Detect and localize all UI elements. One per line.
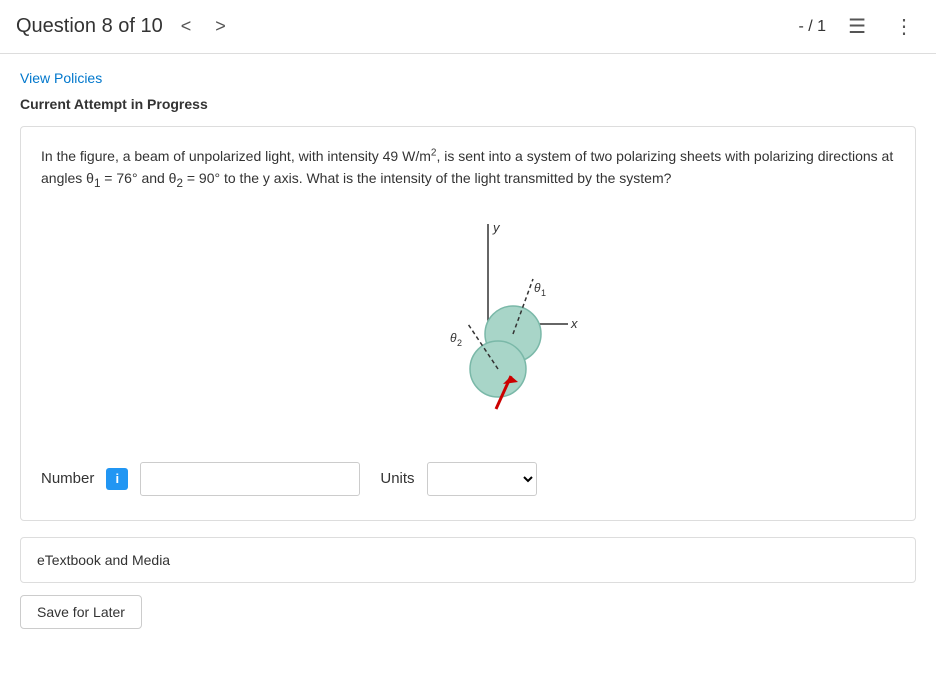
question-card: In the figure, a beam of unpolarized lig… [20,126,916,521]
header-right: - / 1 ☰ ⋮ [799,12,921,41]
info-button[interactable]: i [106,468,128,490]
current-attempt-label: Current Attempt in Progress [20,96,916,112]
header-left: Question 8 of 10 < > [16,14,232,39]
units-select[interactable] [427,462,537,496]
score-label: - / 1 [799,18,827,36]
etextbook-section[interactable]: eTextbook and Media [20,537,916,583]
svg-text:1: 1 [541,288,546,298]
svg-text:2: 2 [457,338,462,348]
number-label: Number [41,470,94,487]
content-area: View Policies Current Attempt in Progres… [0,54,936,645]
polarizing-figure: y x θ 1 θ [358,214,578,434]
header: Question 8 of 10 < > - / 1 ☰ ⋮ [0,0,936,54]
save-for-later-button[interactable]: Save for Later [20,595,142,629]
question-label: Question 8 of 10 [16,15,163,38]
number-input[interactable] [140,462,360,496]
prev-button[interactable]: < [175,14,198,39]
answer-row: Number i Units [41,462,895,496]
more-icon-button[interactable]: ⋮ [888,12,920,41]
units-label: Units [380,470,414,487]
svg-text:θ: θ [534,281,541,295]
svg-text:y: y [492,220,501,235]
svg-text:x: x [570,316,578,331]
list-icon-button[interactable]: ☰ [842,12,872,41]
question-text: In the figure, a beam of unpolarized lig… [41,145,895,194]
next-button[interactable]: > [209,14,232,39]
figure-container: y x θ 1 θ [41,214,895,434]
svg-text:θ: θ [450,331,457,345]
view-policies-link[interactable]: View Policies [20,70,102,86]
etextbook-label: eTextbook and Media [37,552,170,568]
